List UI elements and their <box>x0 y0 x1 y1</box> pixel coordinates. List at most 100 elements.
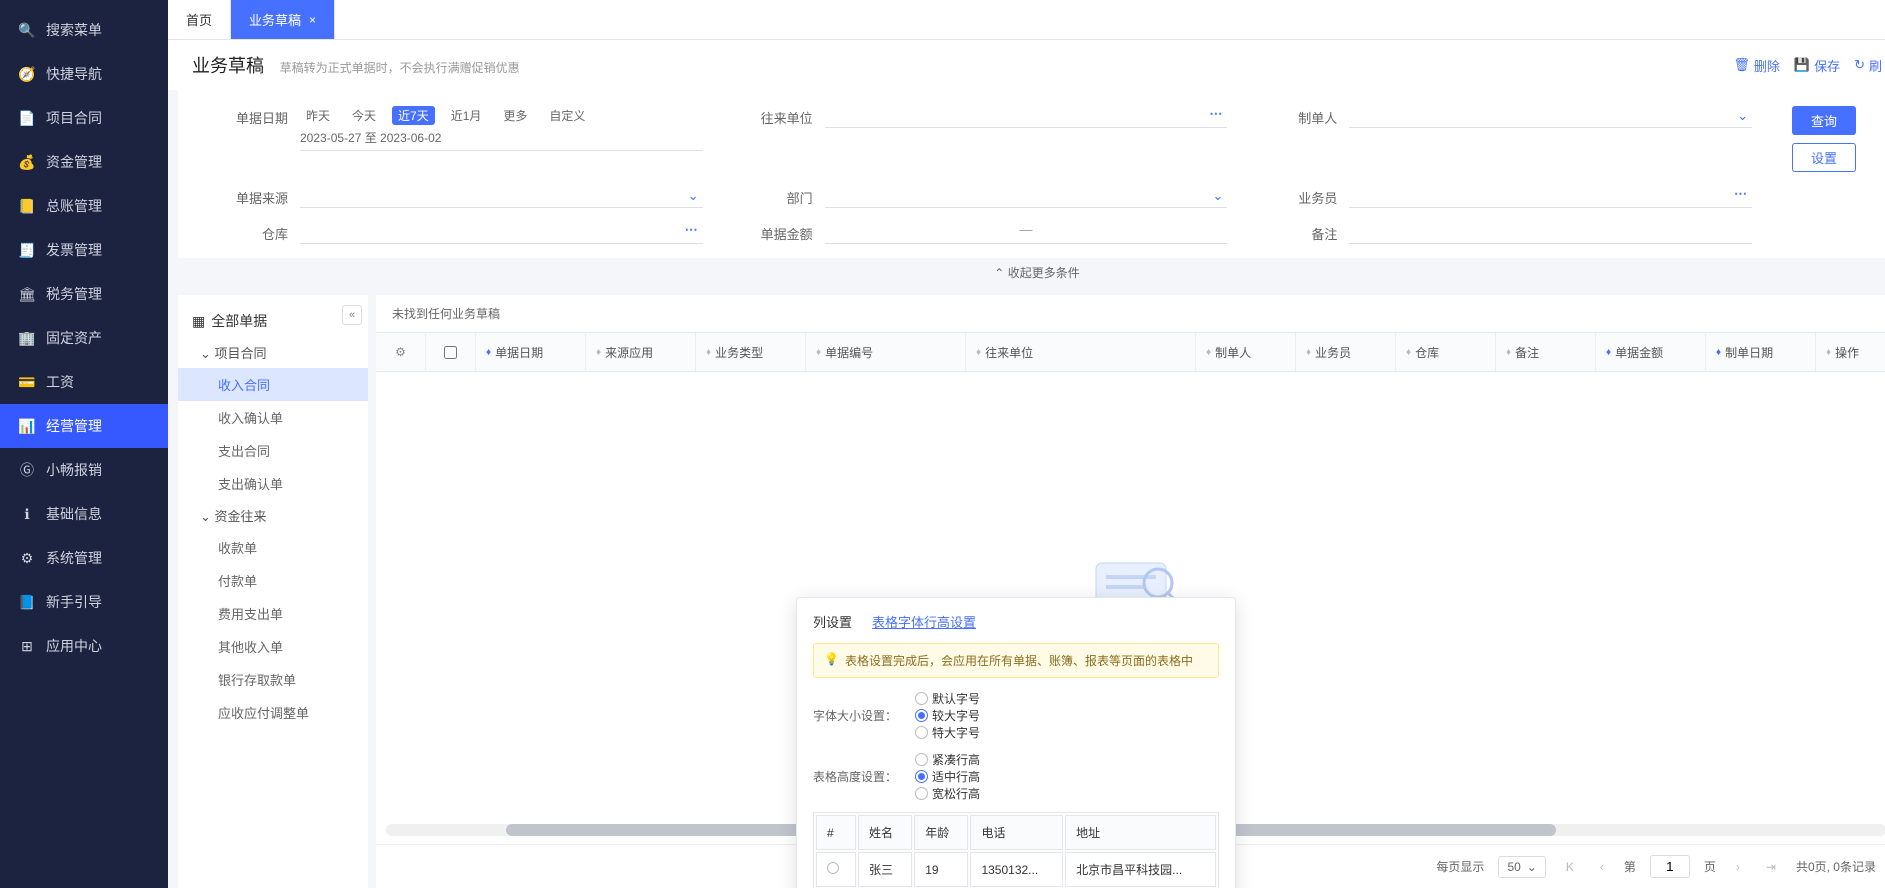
tree-leaf[interactable]: 付款单 <box>178 564 368 597</box>
tree-leaf[interactable]: 收款单 <box>178 531 368 564</box>
query-button[interactable]: 查询 <box>1792 106 1856 135</box>
radio-option[interactable]: 宽松行高 <box>915 785 980 802</box>
sidebar-item-expense[interactable]: Ⓖ小畅报销 <box>0 448 168 492</box>
select-all-checkbox[interactable] <box>426 333 476 371</box>
tab-首页[interactable]: 首页 <box>168 0 231 39</box>
radio-option[interactable]: 较大字号 <box>915 707 980 724</box>
row-radio-icon[interactable] <box>827 862 839 874</box>
date-opt-more[interactable]: 更多 <box>497 106 533 125</box>
sort-icon[interactable]: ♦ <box>1506 347 1511 358</box>
pager-prev[interactable]: ‹ <box>1594 860 1610 874</box>
column-header[interactable]: ♦单据编号 <box>806 333 966 371</box>
sidebar-item-tax[interactable]: 🏛税务管理 <box>0 272 168 316</box>
sidebar-item-search[interactable]: 🔍搜索菜单 <box>0 8 168 52</box>
global-close-icon[interactable]: × <box>1876 0 1885 30</box>
chevron-down-icon[interactable]: ⌄ <box>1212 188 1223 204</box>
date-opt-today[interactable]: 今天 <box>346 106 382 125</box>
tree-leaf[interactable]: 应收应付调整单 <box>178 696 368 729</box>
collapse-filters[interactable]: ⌃ 收起更多条件 <box>178 258 1885 287</box>
sort-icon[interactable]: ♦ <box>816 347 821 358</box>
tree-leaf[interactable]: 其他收入单 <box>178 630 368 663</box>
page-input[interactable] <box>1650 855 1690 878</box>
pager-next[interactable]: › <box>1730 860 1746 874</box>
sort-icon[interactable]: ♦ <box>596 347 601 358</box>
date-opt-near1m[interactable]: 近1月 <box>445 106 488 125</box>
per-page-select[interactable]: 50⌄ <box>1498 856 1545 878</box>
sidebar-item-gear[interactable]: ⚙系统管理 <box>0 536 168 580</box>
sort-icon[interactable]: ♦ <box>1606 347 1611 358</box>
filter-billdate[interactable]: 昨天 今天 近7天 近1月 更多 自定义 2023-05-27 至 2023-0… <box>300 106 703 151</box>
tree-leaf[interactable]: 费用支出单 <box>178 597 368 630</box>
radio-option[interactable]: 适中行高 <box>915 768 980 785</box>
column-settings-icon[interactable]: ⚙ <box>376 333 426 371</box>
filter-note[interactable] <box>1349 222 1752 244</box>
sort-icon[interactable]: ♦ <box>706 347 711 358</box>
save-action[interactable]: 💾保存 <box>1794 56 1840 75</box>
tree-collapse-icon[interactable]: « <box>342 305 362 325</box>
column-header[interactable]: ♦单据日期 <box>476 333 586 371</box>
refresh-action[interactable]: ↻刷 <box>1854 56 1882 75</box>
delete-action[interactable]: 🗑删除 <box>1733 56 1780 75</box>
filter-dept[interactable]: ⌄ <box>825 186 1228 208</box>
sidebar-item-manage[interactable]: 📊经营管理 <box>0 404 168 448</box>
tab-close-icon[interactable]: × <box>309 13 316 27</box>
sidebar-item-apps[interactable]: ⊞应用中心 <box>0 624 168 668</box>
radio-option[interactable]: 默认字号 <box>915 690 980 707</box>
column-header[interactable]: ♦单据金额 <box>1596 333 1706 371</box>
column-header[interactable]: ♦往来单位 <box>966 333 1196 371</box>
sidebar-item-file[interactable]: 📄项目合同 <box>0 96 168 140</box>
lookup-icon[interactable]: ⋯ <box>1209 106 1223 122</box>
tree-leaf[interactable]: 收入确认单 <box>178 401 368 434</box>
chevron-down-icon[interactable]: ⌄ <box>1737 108 1748 124</box>
sort-icon[interactable]: ♦ <box>1306 347 1311 358</box>
filter-partner[interactable]: ⋯ <box>825 106 1228 128</box>
column-header[interactable]: ♦操作 <box>1816 333 1885 371</box>
date-opt-near7[interactable]: 近7天 <box>392 106 435 125</box>
sort-icon[interactable]: ♦ <box>976 347 981 358</box>
date-opt-custom[interactable]: 自定义 <box>543 106 591 125</box>
chevron-down-icon[interactable]: ⌄ <box>688 188 699 204</box>
column-header[interactable]: ♦制单日期 <box>1706 333 1816 371</box>
column-header[interactable]: ♦制单人 <box>1196 333 1296 371</box>
column-header[interactable]: ♦业务员 <box>1296 333 1396 371</box>
sort-icon[interactable]: ♦ <box>1716 347 1721 358</box>
radio-option[interactable]: 紧凑行高 <box>915 751 980 768</box>
sidebar-item-salary[interactable]: 💳工资 <box>0 360 168 404</box>
tree-leaf[interactable]: 收入合同 <box>178 368 368 401</box>
pop-tab-columns[interactable]: 列设置 <box>813 612 852 631</box>
lookup-icon[interactable]: ⋯ <box>1734 186 1748 202</box>
sort-icon[interactable]: ♦ <box>1406 347 1411 358</box>
sidebar-item-asset[interactable]: 🏢固定资产 <box>0 316 168 360</box>
filter-sales[interactable]: ⋯ <box>1349 186 1752 208</box>
tree-group[interactable]: ⌄ 项目合同 <box>178 337 368 368</box>
sidebar-item-coin[interactable]: 💰资金管理 <box>0 140 168 184</box>
column-header[interactable]: ♦业务类型 <box>696 333 806 371</box>
column-header[interactable]: ♦来源应用 <box>586 333 696 371</box>
tab-业务草稿[interactable]: 业务草稿× <box>231 0 335 39</box>
lookup-icon[interactable]: ⋯ <box>685 222 699 238</box>
pager-last[interactable]: ⇥ <box>1760 860 1782 874</box>
sort-icon[interactable]: ♦ <box>486 347 491 358</box>
settings-button[interactable]: 设置 <box>1792 143 1856 172</box>
sidebar-item-info[interactable]: ℹ基础信息 <box>0 492 168 536</box>
column-header[interactable]: ♦仓库 <box>1396 333 1496 371</box>
sidebar-item-invoice[interactable]: 🧾发票管理 <box>0 228 168 272</box>
sort-icon[interactable]: ♦ <box>1206 347 1211 358</box>
sidebar-item-guide[interactable]: 📘新手引导 <box>0 580 168 624</box>
tree-root[interactable]: ▦ 全部单据 <box>178 305 368 337</box>
tree-leaf[interactable]: 支出合同 <box>178 434 368 467</box>
pager-first[interactable]: K <box>1560 860 1580 874</box>
sort-icon[interactable]: ♦ <box>1826 347 1831 358</box>
filter-maker[interactable]: ⌄ <box>1349 106 1752 128</box>
filter-source[interactable]: ⌄ <box>300 186 703 208</box>
filter-amount[interactable]: — <box>825 222 1228 244</box>
sidebar-item-ledger[interactable]: 📒总账管理 <box>0 184 168 228</box>
radio-option[interactable]: 特大字号 <box>915 724 980 741</box>
date-opt-yesterday[interactable]: 昨天 <box>300 106 336 125</box>
sidebar-item-compass[interactable]: 🧭快捷导航 <box>0 52 168 96</box>
tree-group[interactable]: ⌄ 资金往来 <box>178 500 368 531</box>
column-header[interactable]: ♦备注 <box>1496 333 1596 371</box>
tree-leaf[interactable]: 银行存取款单 <box>178 663 368 696</box>
tree-leaf[interactable]: 支出确认单 <box>178 467 368 500</box>
pop-tab-font[interactable]: 表格字体行高设置 <box>872 612 976 631</box>
